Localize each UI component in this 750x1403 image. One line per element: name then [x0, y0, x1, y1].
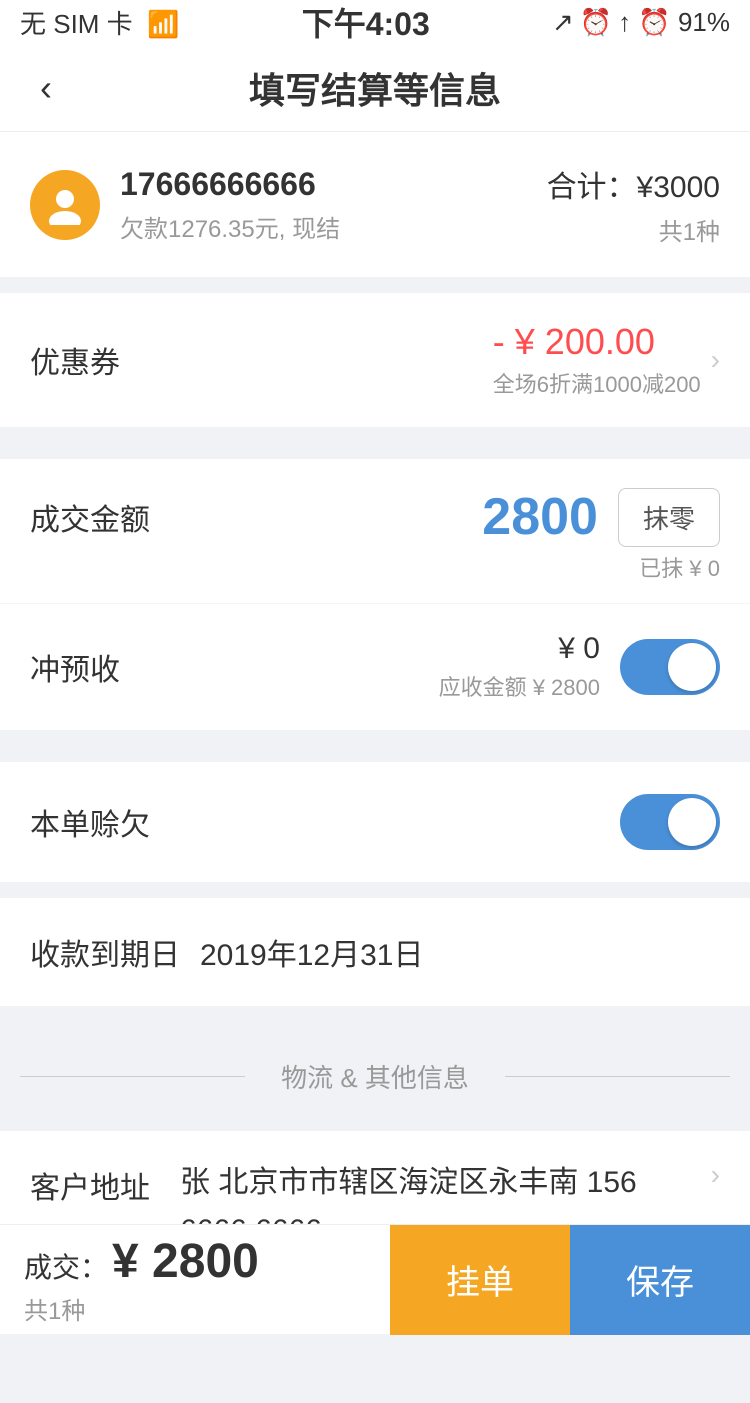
transaction-right: 2800 抹零 [482, 487, 720, 547]
chevron-right-icon: › [711, 344, 720, 376]
customer-left: 17666666666 欠款1276.35元, 现结 [30, 166, 340, 244]
debt-toggle[interactable] [620, 794, 720, 850]
save-button[interactable]: 保存 [570, 1225, 750, 1335]
customer-subtitle: 欠款1276.35元, 现结 [120, 209, 340, 244]
alarm-icon: ⏰ [580, 7, 612, 38]
precollect-sub: 应收金额 ¥ 2800 [439, 670, 600, 702]
divider-line-right [505, 1076, 730, 1077]
transaction-sub: 已抹 ¥ 0 [639, 556, 720, 581]
customer-total: 合计：¥3000 [547, 162, 720, 206]
address-chevron-icon: › [711, 1159, 720, 1191]
address-label: 客户地址 [30, 1159, 150, 1207]
precollect-info: ¥ 0 应收金额 ¥ 2800 [439, 632, 600, 702]
transaction-label: 成交金额 [30, 495, 150, 539]
duedate-label: 收款到期日 [30, 930, 180, 974]
divider-line-left [20, 1076, 245, 1077]
precollect-row: 冲预收 ¥ 0 应收金额 ¥ 2800 [0, 604, 750, 730]
status-time: 下午4:03 [302, 0, 430, 45]
back-button[interactable]: ‹ [30, 57, 62, 119]
coupon-info: - ¥ 200.00 全场6折满1000减200 [493, 321, 701, 399]
coupon-right: - ¥ 200.00 全场6折满1000减200 › [493, 321, 720, 399]
customer-right: 合计：¥3000 共1种 [547, 162, 720, 247]
nav-bar: ‹ 填写结算等信息 [0, 44, 750, 132]
debt-row: 本单赊欠 [0, 762, 750, 882]
section-gap-3 [0, 1022, 750, 1038]
section-gap-2 [0, 746, 750, 762]
duedate-value: 2019年12月31日 [200, 930, 423, 974]
precollect-toggle[interactable] [620, 639, 720, 695]
battery-text: ↑ ⏰ 91% [618, 7, 730, 38]
avatar [30, 170, 100, 240]
section-gap-1 [0, 443, 750, 459]
bottom-bar: 成交： ¥ 2800 共1种 挂单 保存 [0, 1224, 750, 1334]
status-bar: 无 SIM 卡 📶 下午4:03 ↗ ⏰ ↑ ⏰ 91% [0, 0, 750, 44]
customer-card: 17666666666 欠款1276.35元, 现结 合计：¥3000 共1种 [0, 132, 750, 277]
precollect-label: 冲预收 [30, 645, 120, 689]
precollect-right: ¥ 0 应收金额 ¥ 2800 [439, 632, 720, 702]
logistics-label: 物流 & 其他信息 [281, 1058, 469, 1095]
transaction-value: 2800 [482, 487, 598, 547]
hold-button[interactable]: 挂单 [390, 1225, 570, 1335]
bottom-count: 共1种 [24, 1291, 366, 1326]
status-left: 无 SIM 卡 📶 [20, 4, 180, 41]
coupon-label: 优惠券 [30, 338, 120, 382]
page-title: 填写结算等信息 [249, 62, 501, 114]
bottom-summary-label: 成交： [24, 1246, 108, 1286]
debt-label: 本单赊欠 [30, 800, 150, 844]
precollect-amount: ¥ 0 [439, 632, 600, 666]
customer-phone: 17666666666 [120, 166, 340, 203]
coupon-row[interactable]: 优惠券 - ¥ 200.00 全场6折满1000减200 › [0, 293, 750, 427]
duedate-row: 收款到期日 2019年12月31日 [0, 898, 750, 1006]
customer-info: 17666666666 欠款1276.35元, 现结 [120, 166, 340, 244]
round-button[interactable]: 抹零 [618, 488, 720, 547]
location-icon: ↗ [552, 7, 574, 38]
content-area: 17666666666 欠款1276.35元, 现结 合计：¥3000 共1种 … [0, 132, 750, 1403]
coupon-amount: - ¥ 200.00 [493, 321, 701, 363]
coupon-desc: 全场6折满1000减200 [493, 367, 701, 399]
status-right: ↗ ⏰ ↑ ⏰ 91% [552, 7, 730, 38]
bottom-amount: ¥ 2800 [112, 1234, 259, 1289]
bottom-summary: 成交： ¥ 2800 共1种 [0, 1234, 390, 1326]
transaction-section: 成交金额 2800 抹零 已抹 ¥ 0 冲预收 ¥ 0 应收金额 ¥ 2800 [0, 459, 750, 730]
customer-count: 共1种 [547, 212, 720, 247]
logistics-divider: 物流 & 其他信息 [0, 1038, 750, 1115]
